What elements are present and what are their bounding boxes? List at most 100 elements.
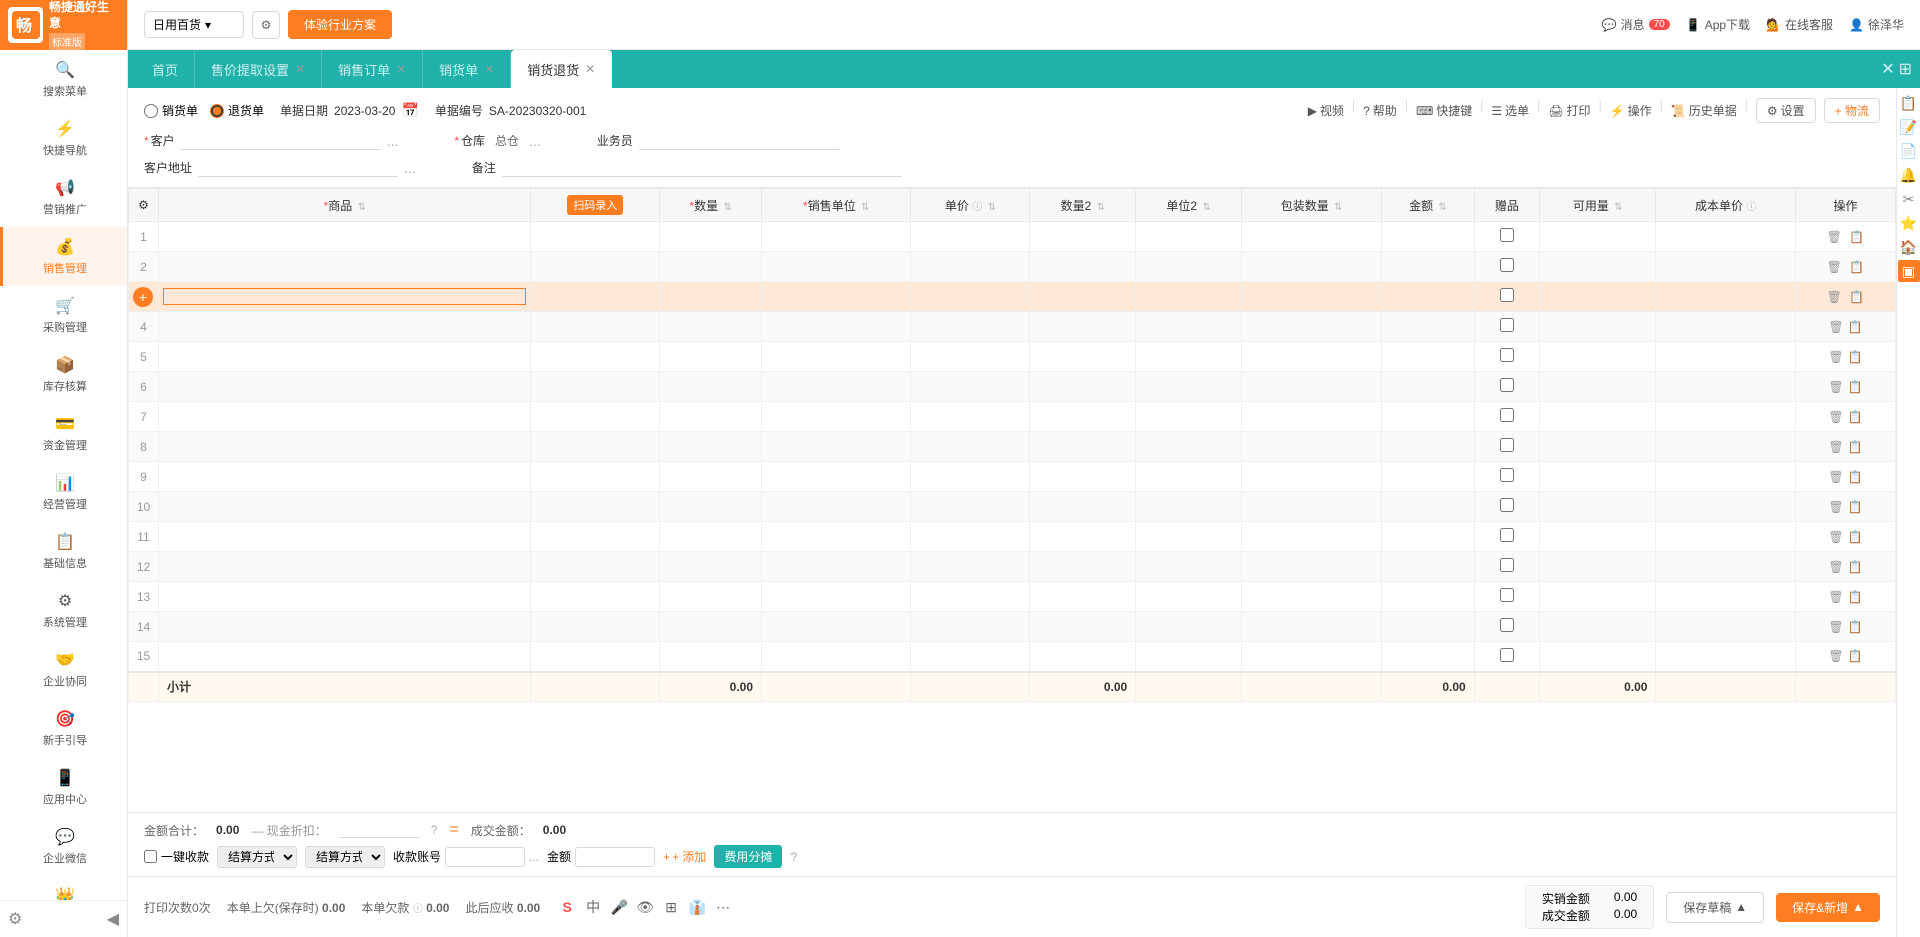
copy-row-5[interactable]: 📋: [1848, 350, 1863, 364]
gift-checkbox-6[interactable]: [1500, 378, 1514, 392]
gift-checkbox-12[interactable]: [1500, 558, 1514, 572]
account-select-btn[interactable]: ...: [529, 850, 539, 864]
tab-close-btn[interactable]: ✕: [1881, 59, 1894, 79]
save-new-btn[interactable]: 保存&新增 ▲: [1776, 893, 1880, 922]
discount-input[interactable]: [339, 823, 419, 838]
salesperson-input[interactable]: [639, 131, 839, 150]
address-select-btn[interactable]: ...: [404, 160, 416, 176]
copy-row-14[interactable]: 📋: [1848, 620, 1863, 634]
payment-amount-input[interactable]: [575, 847, 655, 867]
right-sidebar-btn-5[interactable]: ✂: [1898, 188, 1920, 210]
message-btn[interactable]: 💬 消息 70: [1602, 16, 1670, 33]
right-sidebar-btn-8[interactable]: ▣: [1898, 260, 1920, 282]
sidebar-item-wechat[interactable]: 💬 企业微信: [0, 817, 127, 876]
sort-product[interactable]: ⇅: [358, 202, 366, 213]
right-sidebar-btn-2[interactable]: 📝: [1898, 116, 1920, 138]
app-download-btn[interactable]: 📱 App下载: [1686, 16, 1750, 33]
note-input[interactable]: [502, 158, 902, 177]
tab-price-setting[interactable]: 售价提取设置 ✕: [195, 50, 322, 88]
gift-checkbox-7[interactable]: [1500, 408, 1514, 422]
add-row-btn[interactable]: +: [133, 287, 153, 307]
gift-checkbox-14[interactable]: [1500, 618, 1514, 632]
copy-row-8[interactable]: 📋: [1848, 440, 1863, 454]
sort-unit2[interactable]: ⇅: [1202, 202, 1210, 213]
sort-unit[interactable]: ⇅: [861, 202, 869, 213]
tab-sales-delivery[interactable]: 销货单 ✕: [423, 50, 511, 88]
copy-row-9[interactable]: 📋: [1848, 470, 1863, 484]
delete-row-12[interactable]: 🗑: [1828, 560, 1843, 574]
department-select[interactable]: 日用百货 ▾: [144, 11, 244, 38]
delete-row-15[interactable]: 🗑: [1828, 649, 1843, 663]
sidebar-item-basic[interactable]: 📋 基础信息: [0, 522, 127, 581]
setting-btn[interactable]: ⚙ 设置: [1756, 98, 1816, 123]
gift-checkbox-15[interactable]: [1500, 648, 1514, 662]
copy-row-7[interactable]: 📋: [1848, 410, 1863, 424]
question-icon[interactable]: ?: [431, 823, 438, 837]
tab-expand-btn[interactable]: ⊞: [1899, 59, 1912, 79]
sort-amount[interactable]: ⇅: [1438, 202, 1446, 213]
gift-checkbox-8[interactable]: [1500, 438, 1514, 452]
sort-pack[interactable]: ⇅: [1334, 202, 1342, 213]
gift-checkbox-2[interactable]: [1500, 258, 1514, 272]
tab-close-sales-order[interactable]: ✕: [396, 62, 406, 76]
toolbar-print[interactable]: 🖨 打印: [1548, 98, 1590, 123]
toolbar-history[interactable]: 📜 历史单据: [1671, 98, 1737, 123]
sidebar-item-operations[interactable]: 📊 经营管理: [0, 463, 127, 522]
product-input-3[interactable]: [163, 288, 526, 305]
gift-checkbox-5[interactable]: [1500, 348, 1514, 362]
copy-row-15[interactable]: 📋: [1848, 649, 1863, 663]
copy-row-1[interactable]: 📋: [1849, 230, 1864, 244]
tab-home[interactable]: 首页: [136, 50, 195, 88]
copy-row-4[interactable]: 📋: [1848, 320, 1863, 334]
delete-row-6[interactable]: 🗑: [1828, 380, 1843, 394]
right-sidebar-btn-6[interactable]: ⭐: [1898, 212, 1920, 234]
sidebar-item-purchase[interactable]: 🛒 采购管理: [0, 286, 127, 345]
warehouse-select-btn[interactable]: ...: [529, 133, 541, 149]
collapse-btn[interactable]: ◀: [107, 909, 119, 929]
one-click-checkbox[interactable]: 一键收款: [144, 848, 209, 865]
delete-row-9[interactable]: 🗑: [1828, 470, 1843, 484]
sidebar-item-system[interactable]: ⚙ 系统管理: [0, 581, 127, 640]
settings-bottom-btn[interactable]: ⚙: [8, 909, 22, 929]
sidebar-item-apps[interactable]: 📱 应用中心: [0, 758, 127, 817]
sidebar-item-enterprise[interactable]: 🤝 企业协同: [0, 640, 127, 699]
tab-close-delivery[interactable]: ✕: [484, 62, 494, 76]
customer-select-btn[interactable]: ...: [387, 133, 399, 149]
copy-row-3[interactable]: 📋: [1849, 290, 1864, 304]
delete-row-11[interactable]: 🗑: [1828, 530, 1843, 544]
sort-price[interactable]: ⇅: [988, 202, 996, 213]
gift-checkbox-10[interactable]: [1500, 498, 1514, 512]
gift-checkbox-1[interactable]: [1500, 228, 1514, 242]
add-payment-btn[interactable]: + + 添加: [663, 848, 706, 865]
tab-close-return[interactable]: ✕: [585, 62, 595, 76]
radio-return[interactable]: 退货单: [210, 102, 264, 119]
gift-checkbox-13[interactable]: [1500, 588, 1514, 602]
right-sidebar-btn-4[interactable]: 🔔: [1898, 164, 1920, 186]
delete-row-8[interactable]: 🗑: [1828, 440, 1843, 454]
toolbar-operate[interactable]: ⚡ 操作: [1610, 98, 1652, 123]
sidebar-item-member[interactable]: 👑 畅会员: [0, 876, 127, 900]
copy-row-6[interactable]: 📋: [1848, 380, 1863, 394]
copy-row-13[interactable]: 📋: [1848, 590, 1863, 604]
right-sidebar-btn-1[interactable]: 📋: [1898, 92, 1920, 114]
sort-qty[interactable]: ⇅: [723, 202, 731, 213]
calendar-icon[interactable]: 📅: [401, 102, 418, 119]
sidebar-item-shortcut[interactable]: ⚡ 快捷导航: [0, 109, 127, 168]
sort-qty2[interactable]: ⇅: [1097, 202, 1105, 213]
customer-address-input[interactable]: [198, 158, 398, 177]
sidebar-item-guide[interactable]: 🎯 新手引导: [0, 699, 127, 758]
toolbar-shortcut[interactable]: ⌨ 快捷键: [1416, 98, 1472, 123]
copy-row-12[interactable]: 📋: [1848, 560, 1863, 574]
settlement-select[interactable]: 结算方式: [217, 846, 297, 868]
gift-checkbox-9[interactable]: [1500, 468, 1514, 482]
tab-close-price[interactable]: ✕: [295, 62, 305, 76]
tab-sales-order[interactable]: 销售订单 ✕: [322, 50, 423, 88]
sort-available[interactable]: ⇅: [1614, 202, 1622, 213]
right-sidebar-btn-7[interactable]: 🏠: [1898, 236, 1920, 258]
account-input[interactable]: [445, 847, 525, 867]
sidebar-item-finance[interactable]: 💳 资金管理: [0, 404, 127, 463]
calc-select[interactable]: 结算方式: [305, 846, 385, 868]
copy-row-11[interactable]: 📋: [1848, 530, 1863, 544]
logistics-btn[interactable]: + 物流: [1824, 98, 1880, 123]
delete-row-4[interactable]: 🗑: [1828, 320, 1843, 334]
